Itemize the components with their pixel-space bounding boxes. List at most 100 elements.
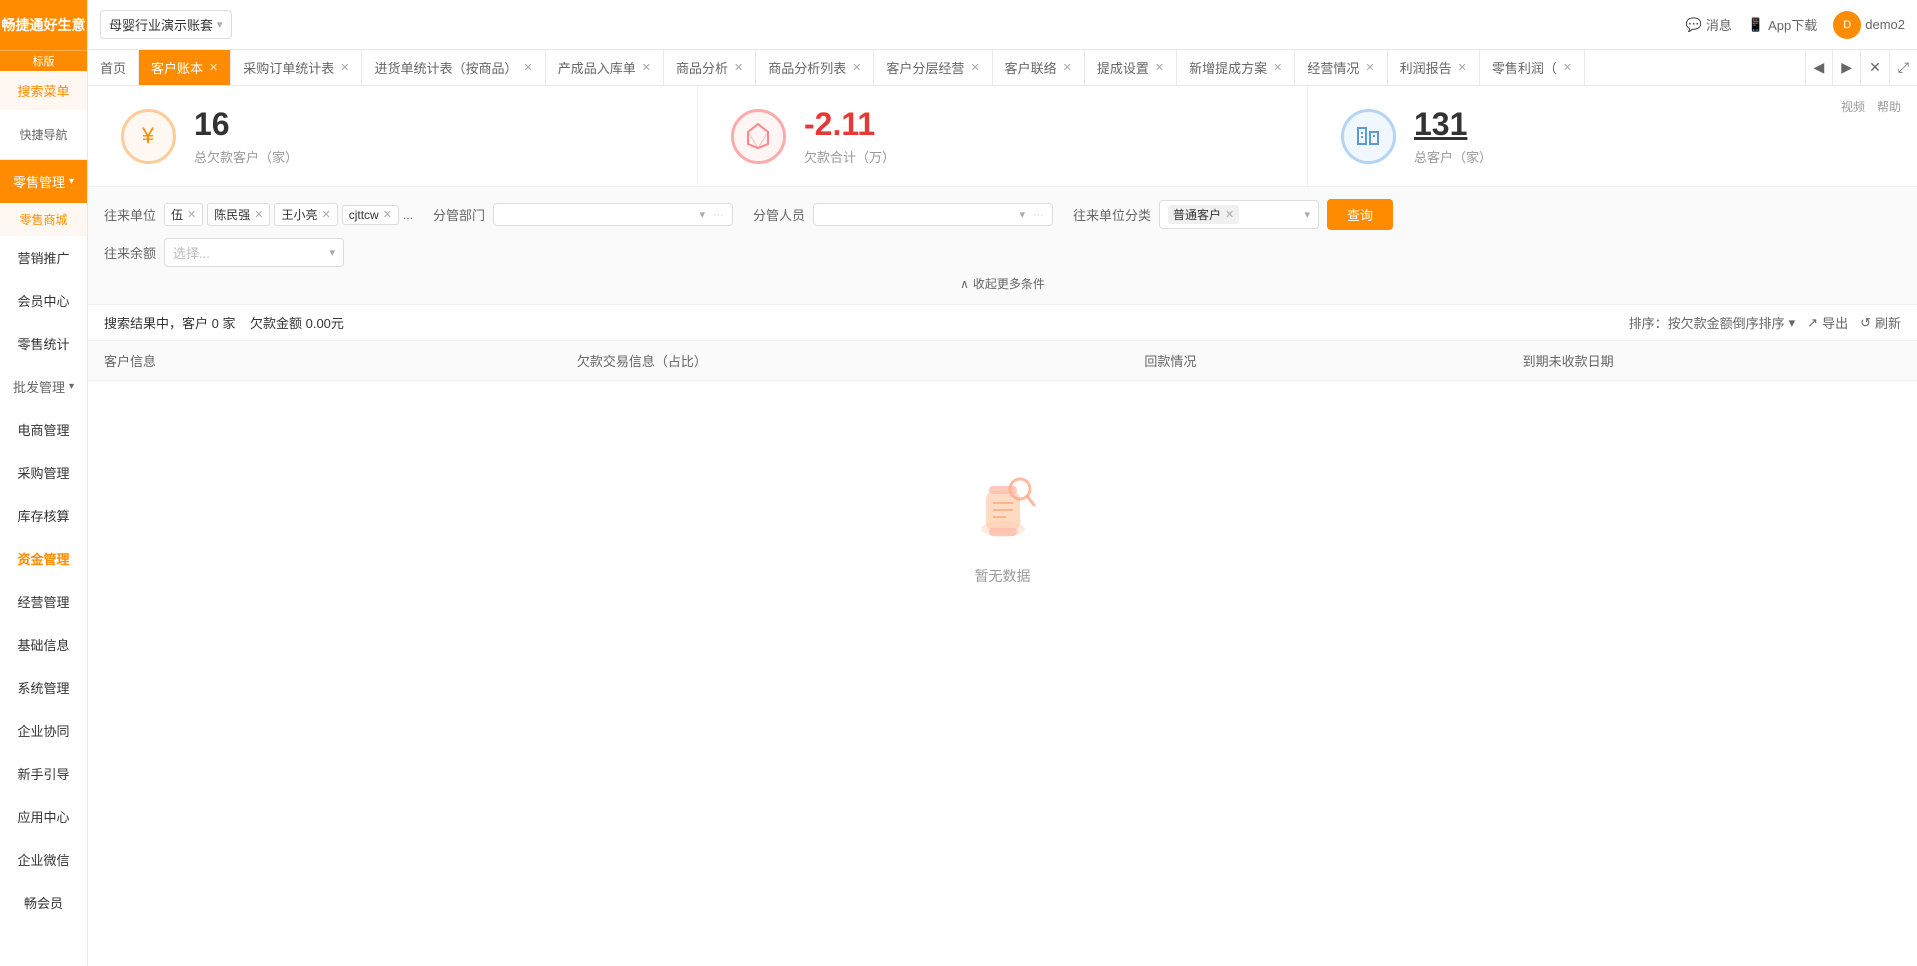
close-icon[interactable]: ✕ [642, 61, 651, 74]
more-icon[interactable]: ··· [1033, 209, 1044, 221]
close-icon[interactable]: ✕ [1225, 208, 1234, 221]
tab-customer-ledger[interactable]: 客户账本 ✕ [139, 50, 231, 86]
stat-value-3: 131 [1414, 106, 1492, 143]
tab-business-overview[interactable]: 经营情况 ✕ [1295, 50, 1387, 86]
sidebar-item-ecommerce[interactable]: 电商管理 [0, 408, 87, 451]
empty-text: 暂无数据 [975, 566, 1031, 586]
collapse-button[interactable]: ∧ 收起更多条件 [104, 275, 1901, 292]
close-icon[interactable]: ✕ [1273, 61, 1282, 74]
tab-customer-contact[interactable]: 客户联络 ✕ [993, 50, 1085, 86]
close-icon[interactable]: ✕ [322, 208, 331, 221]
close-icon[interactable]: ✕ [1458, 61, 1467, 74]
tab-product-analysis-list[interactable]: 商品分析列表 ✕ [756, 50, 874, 86]
close-icon[interactable]: ✕ [970, 61, 979, 74]
chevron-down-icon: ▾ [699, 208, 705, 221]
close-icon[interactable]: ✕ [524, 61, 533, 74]
more-icon[interactable]: ··· [713, 209, 724, 221]
close-icon[interactable]: ✕ [340, 61, 349, 74]
sidebar-search[interactable]: 搜索菜单 [0, 71, 87, 110]
download-icon: 📱 [1748, 17, 1764, 33]
sidebar: 畅捷通好生意 标版 搜索菜单 快捷导航 零售管理 ▾ 零售商城 营销推广 会员中… [0, 0, 88, 966]
sidebar-item-marketing[interactable]: 营销推广 [0, 236, 87, 279]
filter-label-balance: 往来余额 [104, 243, 156, 262]
sidebar-item-wholesale[interactable]: 批发管理 ▾ [0, 365, 87, 408]
close-icon[interactable]: ✕ [209, 61, 218, 74]
query-button[interactable]: 查询 [1327, 199, 1393, 230]
table-col-repayment: 回款情况 [1144, 351, 1522, 370]
sidebar-item-member-center[interactable]: 会员中心 [0, 279, 87, 322]
tab-purchase-order-stats[interactable]: 采购订单统计表 ✕ [231, 50, 362, 86]
app-download-button[interactable]: 📱 App下载 [1748, 15, 1817, 34]
tab-retail-profit[interactable]: 零售利润（ ✕ [1480, 50, 1585, 86]
sidebar-item-basic-info[interactable]: 基础信息 [0, 623, 87, 666]
main-area: 母婴行业演示账套 ▾ 💬 消息 📱 App下载 D demo2 首页 客户账本 … [88, 0, 1917, 966]
results-bar: 搜索结果中，客户 0 家 欠款金额 0.00元 排序：按欠款金额倒序排序 ▾ ↗… [88, 305, 1917, 341]
filter-more-button[interactable]: ... [403, 208, 413, 222]
filter-classify-select[interactable]: 普通客户 ✕ ▾ [1159, 200, 1319, 229]
tabs-actions: ◀ ▶ ✕ ⤢ [1805, 50, 1917, 86]
close-icon[interactable]: ✕ [383, 208, 392, 221]
messages-button[interactable]: 💬 消息 [1686, 15, 1732, 34]
stats-row: ¥ 16 总欠款客户（家） [88, 86, 1917, 187]
filter-label-dept: 分管部门 [433, 205, 485, 224]
stat-info-1: 16 总欠款客户（家） [194, 106, 298, 166]
filter-balance-select[interactable]: 选择... ▾ [164, 238, 344, 267]
user-menu[interactable]: D demo2 [1833, 11, 1905, 39]
chevron-down-icon: ▾ [1019, 208, 1025, 221]
tab-purchase-stats-product[interactable]: 进货单统计表（按商品） ✕ [362, 50, 545, 86]
sidebar-item-purchase[interactable]: 采购管理 [0, 451, 87, 494]
tab-new-commission[interactable]: 新增提成方案 ✕ [1177, 50, 1295, 86]
refresh-button[interactable]: ↺ 刷新 [1860, 313, 1901, 332]
export-button[interactable]: ↗ 导出 [1807, 313, 1848, 332]
diamond-icon [744, 122, 772, 150]
close-icon[interactable]: ✕ [254, 208, 263, 221]
sidebar-item-enterprise-collab[interactable]: 企业协同 [0, 709, 87, 752]
filter-tag-wu: 伍 ✕ [164, 203, 203, 226]
tab-product-analysis[interactable]: 商品分析 ✕ [664, 50, 756, 86]
sidebar-item-operations[interactable]: 经营管理 [0, 580, 87, 623]
stat-info-2: -2.11 欠款合计（万） [804, 106, 895, 166]
video-link[interactable]: 视频 [1841, 98, 1865, 115]
close-icon[interactable]: ✕ [1155, 61, 1164, 74]
tab-finished-goods[interactable]: 产成品入库单 ✕ [546, 50, 664, 86]
filter-tags-unit: 伍 ✕ 陈民强 ✕ 王小亮 ✕ cjttcw ✕ ... [164, 203, 413, 226]
close-icon[interactable]: ✕ [734, 61, 743, 74]
tabs-prev-button[interactable]: ◀ [1805, 50, 1833, 86]
close-icon[interactable]: ✕ [187, 208, 196, 221]
topbar: 母婴行业演示账套 ▾ 💬 消息 📱 App下载 D demo2 [88, 0, 1917, 50]
sidebar-menu: 零售管理 ▾ 零售商城 营销推广 会员中心 零售统计 批发管理 ▾ 电商管理 采… [0, 160, 87, 966]
tab-commission-settings[interactable]: 提成设置 ✕ [1085, 50, 1177, 86]
help-link[interactable]: 帮助 [1877, 98, 1901, 115]
sidebar-item-retail-mall[interactable]: 零售商城 [0, 203, 87, 236]
filter-tag-chen: 陈民强 ✕ [207, 203, 270, 226]
sidebar-item-finance[interactable]: 资金管理 [0, 537, 87, 580]
sort-selector[interactable]: 排序：按欠款金额倒序排序 ▾ [1629, 313, 1796, 332]
account-selector[interactable]: 母婴行业演示账套 ▾ [100, 10, 232, 39]
filter-dept-select[interactable]: ▾ ··· [493, 203, 733, 226]
stat-label-2: 欠款合计（万） [804, 147, 895, 166]
filter-row-1: 往来单位 伍 ✕ 陈民强 ✕ 王小亮 ✕ cjttcw [104, 199, 1901, 230]
sidebar-item-retail-stats[interactable]: 零售统计 [0, 322, 87, 365]
chevron-down-icon: ▾ [329, 246, 335, 259]
tab-profit-report[interactable]: 利润报告 ✕ [1388, 50, 1480, 86]
sidebar-quick-nav[interactable]: 快捷导航 [0, 110, 87, 160]
close-icon[interactable]: ✕ [1063, 61, 1072, 74]
tabs-next-button[interactable]: ▶ [1832, 50, 1860, 86]
tabs-expand-button[interactable]: ⤢ [1889, 50, 1917, 86]
sidebar-item-chang-member[interactable]: 畅会员 [0, 881, 87, 924]
sidebar-item-system[interactable]: 系统管理 [0, 666, 87, 709]
sidebar-item-new-guide[interactable]: 新手引导 [0, 752, 87, 795]
sidebar-item-enterprise-wechat[interactable]: 企业微信 [0, 838, 87, 881]
filter-person-select[interactable]: ▾ ··· [813, 203, 1053, 226]
sidebar-item-retail-management[interactable]: 零售管理 ▾ [0, 160, 87, 203]
stat-value-1: 16 [194, 106, 298, 143]
close-icon[interactable]: ✕ [852, 61, 861, 74]
tab-customer-tiering[interactable]: 客户分层经营 ✕ [874, 50, 992, 86]
close-icon[interactable]: ✕ [1563, 61, 1572, 74]
tab-home[interactable]: 首页 [88, 50, 139, 86]
avatar: D [1833, 11, 1861, 39]
tabs-close-all-button[interactable]: ✕ [1860, 50, 1889, 86]
sidebar-item-inventory[interactable]: 库存核算 [0, 494, 87, 537]
sidebar-item-app-center[interactable]: 应用中心 [0, 795, 87, 838]
close-icon[interactable]: ✕ [1365, 61, 1374, 74]
